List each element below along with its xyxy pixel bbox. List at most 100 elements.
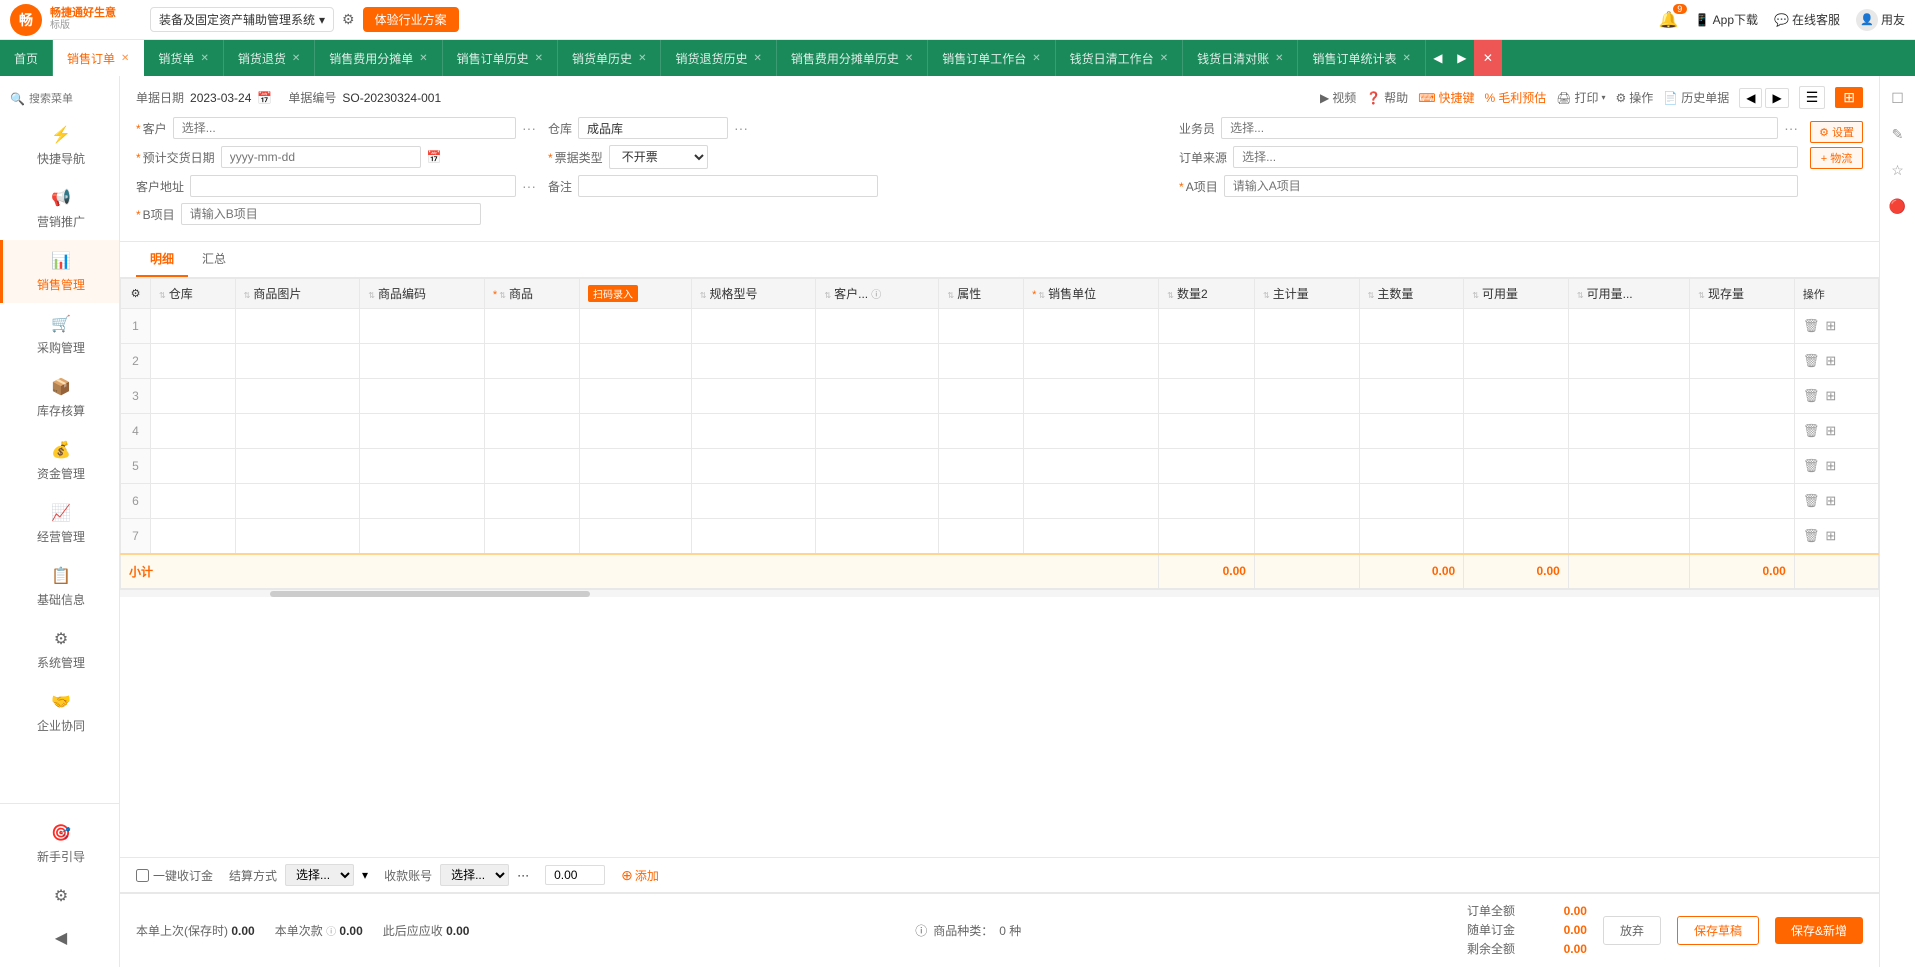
scan-btn[interactable]: 扫码录入	[588, 285, 638, 302]
toolbar-print[interactable]: 🖨 打印 ▾	[1556, 89, 1605, 106]
industry-btn[interactable]: 体验行业方案	[363, 7, 459, 32]
tab-daily-reconcile[interactable]: 钱货日清对账 ✕	[1183, 40, 1298, 76]
sidebar-item-inventory[interactable]: 📦 库存核算	[0, 366, 119, 429]
sidebar-item-collapse[interactable]: ◀	[0, 917, 119, 959]
app-download[interactable]: 📱 App下载	[1695, 11, 1758, 28]
delivery-date-input[interactable]	[221, 146, 421, 168]
order-source-input[interactable]	[1233, 146, 1798, 168]
sidebar-item-newbie[interactable]: 🎯 新手引导	[0, 812, 119, 875]
row1-spec[interactable]	[691, 309, 816, 344]
sidebar-item-enterprise[interactable]: 🤝 企业协同	[0, 681, 119, 744]
row1-main-unit[interactable]	[1254, 309, 1359, 344]
payment-account-select[interactable]: 选择...	[440, 864, 509, 886]
row1-delete-icon[interactable]: 🗑	[1803, 318, 1820, 334]
tab-close-sales-goods[interactable]: ✕	[200, 53, 208, 64]
addr-more-icon[interactable]: ···	[522, 178, 536, 194]
row1-stock[interactable]	[1690, 309, 1795, 344]
tab-daily-workbench[interactable]: 钱货日清工作台 ✕	[1056, 40, 1183, 76]
tab-home[interactable]: 首页	[0, 40, 53, 76]
tab-sales-order[interactable]: 销售订单 ✕	[53, 40, 144, 76]
row5-copy-icon[interactable]: ⊞	[1825, 458, 1836, 474]
row7-delete-icon[interactable]: 🗑	[1803, 528, 1820, 544]
material-form-btn[interactable]: + 物流	[1810, 147, 1863, 169]
tab-nav-prev[interactable]: ◀	[1426, 40, 1450, 76]
tab-close-sales-cost[interactable]: ✕	[419, 53, 427, 64]
staff-more-icon[interactable]: ···	[1784, 120, 1798, 136]
th-current-stock[interactable]: ⇅ 现存量	[1690, 279, 1795, 309]
th-qty2[interactable]: ⇅ 数量2	[1159, 279, 1255, 309]
a-project-input[interactable]	[1224, 175, 1798, 197]
save-new-btn[interactable]: 保存&新增	[1775, 917, 1863, 944]
row1-avail[interactable]	[1464, 309, 1569, 344]
row1-unit[interactable]	[1024, 309, 1159, 344]
note-input[interactable]	[578, 175, 878, 197]
tab-close-all[interactable]: ✕	[1474, 40, 1502, 76]
row1-warehouse[interactable]	[151, 309, 236, 344]
sidebar-item-sales[interactable]: 📊 销售管理	[0, 240, 119, 303]
row3-copy-icon[interactable]: ⊞	[1825, 388, 1836, 404]
sidebar-item-business[interactable]: 📈 经营管理	[0, 492, 119, 555]
b-project-input[interactable]	[181, 203, 481, 225]
th-settings[interactable]: ⚙	[121, 279, 151, 309]
rp-icon-1[interactable]: ☐	[1884, 84, 1912, 112]
row4-copy-icon[interactable]: ⊞	[1825, 423, 1836, 439]
tab-order-workbench[interactable]: 销售订单工作台 ✕	[928, 40, 1055, 76]
row1-customer[interactable]	[816, 309, 939, 344]
user-avatar[interactable]: 👤 用友	[1856, 9, 1905, 31]
toolbar-history[interactable]: 📄 历史单据	[1663, 89, 1729, 106]
save-draft-btn[interactable]: 保存草稿	[1677, 916, 1759, 945]
tab-sales-cost[interactable]: 销售费用分摊单 ✕	[315, 40, 442, 76]
scrollbar-thumb[interactable]	[270, 591, 590, 597]
tab-return-history[interactable]: 销货退货历史 ✕	[661, 40, 776, 76]
sidebar-item-quick-nav[interactable]: ⚡ 快捷导航	[0, 114, 119, 177]
row4-delete-icon[interactable]: 🗑	[1803, 423, 1820, 439]
th-main-qty[interactable]: ⇅ 主数量	[1359, 279, 1464, 309]
sidebar-item-basic-info[interactable]: 📋 基础信息	[0, 555, 119, 618]
tab-close-sales-order[interactable]: ✕	[121, 53, 129, 64]
staff-input[interactable]	[1221, 117, 1778, 139]
th-warehouse[interactable]: ⇅ 仓库	[151, 279, 236, 309]
next-record[interactable]: ▶	[1765, 88, 1788, 108]
toolbar-shortcut[interactable]: ⌨ 快捷键	[1418, 89, 1474, 106]
th-customer-info[interactable]: ⇅ 客户... ⓘ	[816, 279, 939, 309]
row1-qty2[interactable]	[1159, 309, 1255, 344]
settings-icon[interactable]: ⚙	[342, 11, 355, 28]
row1-attr[interactable]	[939, 309, 1024, 344]
rp-icon-2[interactable]: ✎	[1884, 120, 1912, 148]
settings-form-btn[interactable]: ⚙ 设置	[1810, 121, 1863, 143]
th-available-more[interactable]: ⇅ 可用量...	[1568, 279, 1689, 309]
row1-image[interactable]	[235, 309, 360, 344]
th-sales-unit[interactable]: ⇅ 销售单位	[1024, 279, 1159, 309]
row3-delete-icon[interactable]: 🗑	[1803, 388, 1820, 404]
grid-view-btn[interactable]: ⊞	[1835, 87, 1863, 108]
tab-detail[interactable]: 明细	[136, 242, 188, 277]
row5-delete-icon[interactable]: 🗑	[1803, 458, 1820, 474]
th-spec[interactable]: ⇅ 规格型号	[691, 279, 816, 309]
tab-sales-goods[interactable]: 销货单 ✕	[144, 40, 223, 76]
warehouse-input[interactable]	[578, 117, 728, 139]
sidebar-item-finance[interactable]: 💰 资金管理	[0, 429, 119, 492]
online-service[interactable]: 💬 在线客服	[1774, 11, 1840, 28]
row2-delete-icon[interactable]: 🗑	[1803, 353, 1820, 369]
row2-copy-icon[interactable]: ⊞	[1825, 353, 1836, 369]
row1-product[interactable]	[484, 309, 579, 344]
add-payment-btn[interactable]: ⊕ 添加	[621, 867, 659, 884]
th-available[interactable]: ⇅ 可用量	[1464, 279, 1569, 309]
tab-summary[interactable]: 汇总	[188, 242, 240, 277]
sidebar-item-system[interactable]: ⚙ 系统管理	[0, 618, 119, 681]
delivery-calendar-icon[interactable]: 📅	[427, 150, 442, 164]
warehouse-more-icon[interactable]: ···	[734, 120, 748, 136]
th-product-image[interactable]: ⇅ 商品图片	[235, 279, 360, 309]
customer-more-icon[interactable]: ···	[522, 120, 536, 136]
sidebar-item-marketing[interactable]: 📢 营销推广	[0, 177, 119, 240]
payment-amount-input[interactable]	[545, 865, 605, 885]
message-icon[interactable]: 🔔 9	[1659, 10, 1679, 30]
horizontal-scrollbar[interactable]	[120, 589, 1879, 597]
search-input[interactable]	[29, 93, 99, 105]
row1-main-qty[interactable]	[1359, 309, 1464, 344]
customer-input[interactable]	[173, 117, 516, 139]
row7-copy-icon[interactable]: ⊞	[1825, 528, 1836, 544]
calendar-icon[interactable]: 📅	[257, 91, 272, 105]
th-product-code[interactable]: ⇅ 商品编码	[360, 279, 485, 309]
th-product[interactable]: ⇅ 商品	[484, 279, 579, 309]
